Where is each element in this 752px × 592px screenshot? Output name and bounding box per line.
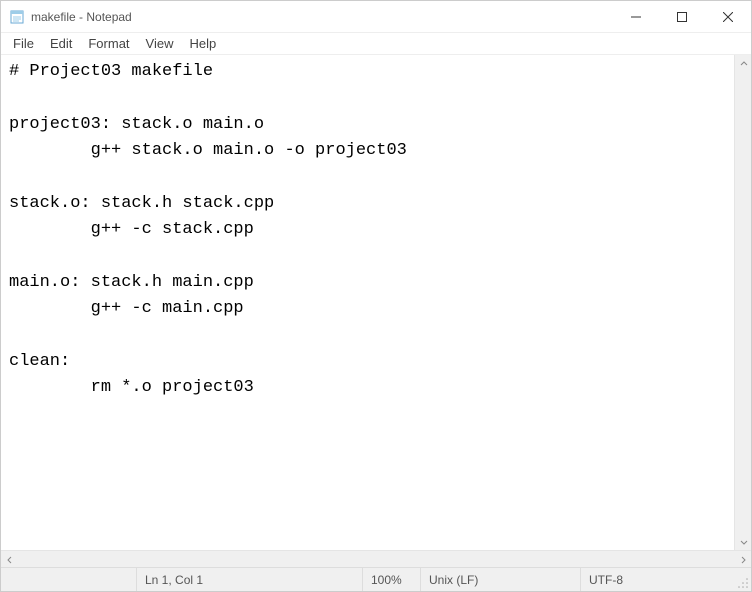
scroll-left-icon[interactable] <box>1 551 18 567</box>
menu-file[interactable]: File <box>5 34 42 53</box>
notepad-icon <box>9 9 25 25</box>
editor-area: # Project03 makefile project03: stack.o … <box>1 55 751 567</box>
maximize-button[interactable] <box>659 1 705 32</box>
status-encoding: UTF-8 <box>581 568 751 591</box>
vertical-scrollbar[interactable] <box>734 55 751 550</box>
menu-help[interactable]: Help <box>181 34 224 53</box>
scroll-up-icon[interactable] <box>735 55 751 72</box>
status-position: Ln 1, Col 1 <box>137 568 363 591</box>
close-button[interactable] <box>705 1 751 32</box>
text-editor[interactable]: # Project03 makefile project03: stack.o … <box>1 55 751 550</box>
statusbar: Ln 1, Col 1 100% Unix (LF) UTF-8 <box>1 567 751 591</box>
status-spacer <box>1 568 137 591</box>
window-controls <box>613 1 751 32</box>
minimize-button[interactable] <box>613 1 659 32</box>
window-title: makefile - Notepad <box>31 10 132 24</box>
menubar: File Edit Format View Help <box>1 33 751 55</box>
resize-grip-icon[interactable] <box>737 577 749 589</box>
status-line-ending: Unix (LF) <box>421 568 581 591</box>
scroll-right-icon[interactable] <box>734 551 751 567</box>
menu-format[interactable]: Format <box>80 34 137 53</box>
titlebar: makefile - Notepad <box>1 1 751 33</box>
scroll-down-icon[interactable] <box>735 533 751 550</box>
horizontal-scrollbar[interactable] <box>1 550 751 567</box>
status-zoom: 100% <box>363 568 421 591</box>
menu-edit[interactable]: Edit <box>42 34 80 53</box>
menu-view[interactable]: View <box>138 34 182 53</box>
